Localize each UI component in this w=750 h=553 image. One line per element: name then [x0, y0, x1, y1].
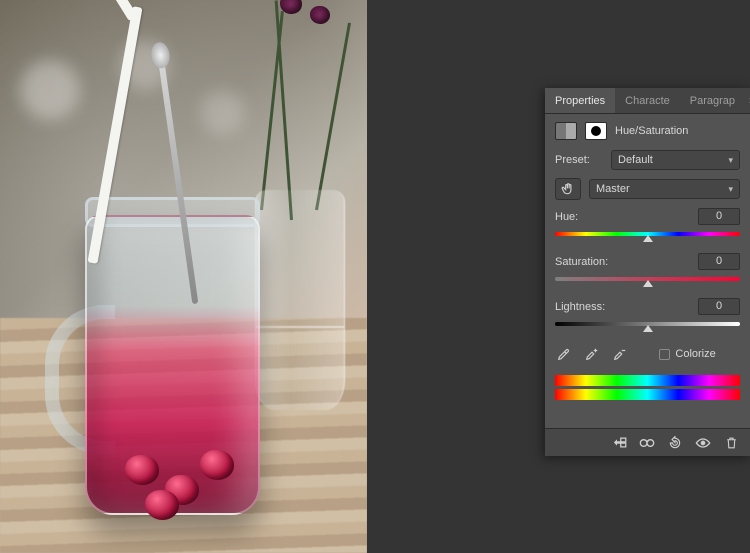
hue-label: Hue: [555, 211, 578, 223]
delete-button[interactable] [722, 434, 740, 452]
preset-value: Default [618, 154, 653, 166]
tab-character[interactable]: Characte [615, 88, 680, 113]
adjustment-title: Hue/Saturation [615, 125, 688, 137]
view-previous-button[interactable] [638, 434, 656, 452]
clip-to-layer-button[interactable] [610, 434, 628, 452]
hue-input[interactable]: 0 [698, 208, 740, 225]
tab-properties[interactable]: Properties [545, 88, 615, 113]
eyedropper-subtract-icon[interactable] [611, 345, 629, 363]
photo-bokeh [20, 60, 80, 120]
saturation-slider[interactable] [555, 274, 740, 284]
panel-tabs: Properties Characte Paragrap » ▮ ≡ [545, 88, 750, 114]
saturation-input[interactable]: 0 [698, 253, 740, 270]
properties-panel: Properties Characte Paragrap » ▮ ≡ Hue/S… [545, 88, 750, 456]
preset-label: Preset: [555, 154, 603, 166]
lightness-input[interactable]: 0 [698, 298, 740, 315]
channel-select[interactable]: Master ▾ [589, 179, 740, 199]
lightness-slider[interactable] [555, 319, 740, 329]
chevron-down-icon: ▾ [728, 184, 733, 195]
preset-select[interactable]: Default ▾ [611, 150, 740, 170]
lightness-label: Lightness: [555, 301, 605, 313]
color-spectrum [555, 375, 740, 400]
channel-value: Master [596, 183, 630, 195]
panel-footer [545, 428, 750, 456]
layer-mask-icon[interactable] [585, 122, 607, 140]
reset-button[interactable] [666, 434, 684, 452]
eyedropper-icon[interactable] [555, 345, 573, 363]
chevron-down-icon: ▾ [728, 155, 733, 166]
hue-slider[interactable] [555, 229, 740, 239]
adjustment-type-icon[interactable] [555, 122, 577, 140]
tab-paragraph[interactable]: Paragrap [680, 88, 745, 113]
photo-vase [255, 190, 345, 410]
document-canvas[interactable] [0, 0, 367, 553]
saturation-label: Saturation: [555, 256, 608, 268]
collapse-icon[interactable]: » [745, 95, 750, 106]
photo-jar [55, 155, 255, 520]
targeted-adjustment-button[interactable] [555, 178, 581, 200]
colorize-checkbox[interactable]: Colorize [659, 348, 715, 360]
colorize-label: Colorize [675, 348, 715, 360]
visibility-button[interactable] [694, 434, 712, 452]
eyedropper-add-icon[interactable] [583, 345, 601, 363]
